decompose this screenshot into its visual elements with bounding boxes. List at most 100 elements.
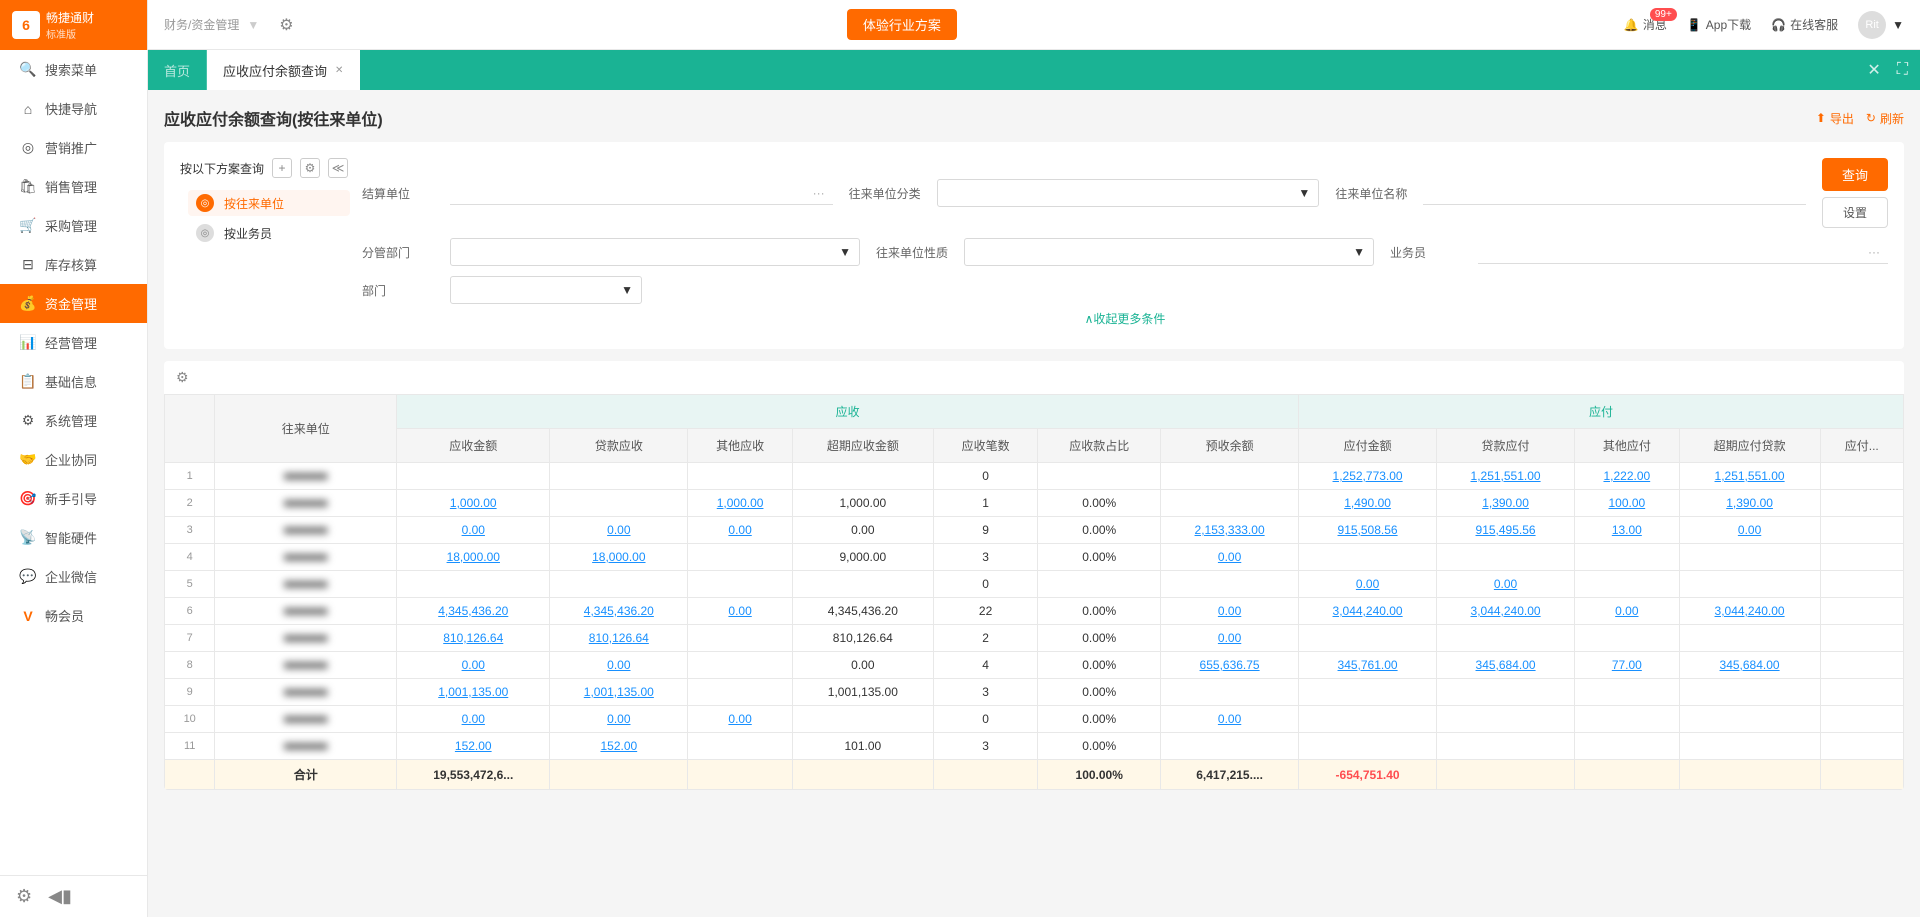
notice-button[interactable]: 🔔 消息 99+ xyxy=(1624,16,1667,33)
refresh-button[interactable]: ↻ 刷新 xyxy=(1866,110,1904,127)
finance-icon: 💰 xyxy=(19,295,37,313)
department-select[interactable]: ▼ xyxy=(450,276,642,304)
footer-label: 合计 xyxy=(215,760,397,790)
sidebar-label-purchase: 采购管理 xyxy=(45,216,97,235)
sidebar-item-inventory[interactable]: ⊟ 库存核算 xyxy=(0,245,147,284)
export-button[interactable]: ⬆ 导出 xyxy=(1816,110,1854,127)
filter-settings-icon[interactable]: ⚙ xyxy=(300,158,320,178)
filter-nature: 往来单位性质 ▼ xyxy=(876,238,1374,266)
department-chevron: ▼ xyxy=(621,283,633,297)
page-title: 应收应付余额查询(按往来单位) xyxy=(164,106,383,130)
col-ar-overdue: 超期应收金额 xyxy=(792,429,933,463)
tab-home[interactable]: 首页 xyxy=(148,50,207,90)
sidebar-item-wechat[interactable]: 💬 企业微信 xyxy=(0,557,147,596)
sidebar-label-basic: 基础信息 xyxy=(45,372,97,391)
sidebar-item-search-menu[interactable]: 🔍 搜索菜单 xyxy=(0,50,147,89)
collapse-more-button[interactable]: ∧ 收起更多条件 xyxy=(362,304,1888,333)
system-icon: ⚙ xyxy=(19,412,37,430)
filter-name: 往来单位名称 xyxy=(1335,182,1806,205)
sidebar-item-operations[interactable]: 📊 经营管理 xyxy=(0,323,147,362)
col-ar-loan: 贷款应收 xyxy=(550,429,688,463)
main-content: 应收应付余额查询(按往来单位) ⬆ 导出 ↻ 刷新 按以下方案查询 + ⚙ ≪ xyxy=(148,90,1920,917)
sidebar-item-purchase[interactable]: 🛒 采购管理 xyxy=(0,206,147,245)
col-header-num xyxy=(165,395,215,463)
dept-select[interactable]: ▼ xyxy=(450,238,860,266)
filter-category: 往来单位分类 ▼ xyxy=(849,179,1320,207)
col-ar-ratio: 应收款占比 xyxy=(1038,429,1161,463)
home-icon: ⌂ xyxy=(19,100,37,118)
settings-button[interactable]: 设置 xyxy=(1822,197,1888,228)
settings-gear-icon[interactable]: ⚙ xyxy=(279,15,293,35)
fullscreen-icon[interactable]: ⛶ xyxy=(1897,61,1908,79)
sidebar-label-wechat: 企业微信 xyxy=(45,567,97,586)
col-ap-rest: 应付... xyxy=(1820,429,1903,463)
wechat-icon: 💬 xyxy=(19,568,37,586)
data-table: 往来单位 应收 应付 应收金额 贷款应收 其他应收 超期应收金额 应收笔数 应收… xyxy=(164,394,1904,790)
add-filter-button[interactable]: + xyxy=(272,158,292,178)
filter-collapse-icon[interactable]: ≪ xyxy=(328,158,348,178)
scheme-label-salesman: 按业务员 xyxy=(224,225,272,242)
service-label: 在线客服 xyxy=(1790,16,1838,33)
sidebar-item-hardware[interactable]: 📡 智能硬件 xyxy=(0,518,147,557)
filter-label: 按以下方案查询 xyxy=(180,160,264,177)
export-icon: ⬆ xyxy=(1816,111,1826,125)
sidebar-logo: 6 畅捷通财 标准版 xyxy=(0,0,147,50)
vip-icon: V xyxy=(19,607,37,625)
salesman-input[interactable]: ··· xyxy=(1478,241,1888,264)
app-download-button[interactable]: 📱 App下载 xyxy=(1687,16,1751,33)
headset-icon: 🎧 xyxy=(1771,18,1786,32)
footer-empty xyxy=(165,760,215,790)
sidebar-item-vip[interactable]: V 畅会员 xyxy=(0,596,147,635)
breadcrumb-text: 财务/资金管理 xyxy=(164,16,239,33)
sidebar-item-system[interactable]: ⚙ 系统管理 xyxy=(0,401,147,440)
top-header: 财务/资金管理 ▼ ⚙ 体验行业方案 🔔 消息 99+ 📱 App下载 🎧 在线… xyxy=(148,0,1920,50)
app-label: App下载 xyxy=(1706,16,1751,33)
sidebar-collapse-icon[interactable]: ◀▮ xyxy=(48,886,72,907)
tab-close-icon[interactable]: ✕ xyxy=(335,65,343,76)
name-input[interactable] xyxy=(1423,182,1806,205)
purchase-icon: 🛒 xyxy=(19,217,37,235)
close-tab-icon[interactable]: ✕ xyxy=(1867,60,1880,80)
sidebar-label-nav: 快捷导航 xyxy=(45,99,97,118)
table-settings-icon[interactable]: ⚙ xyxy=(176,369,189,386)
sidebar-item-quick-nav[interactable]: ⌂ 快捷导航 xyxy=(0,89,147,128)
user-menu[interactable]: Rit ▼ xyxy=(1858,11,1904,39)
footer-ar-overdue xyxy=(792,760,933,790)
sidebar-item-marketing[interactable]: ◎ 营销推广 xyxy=(0,128,147,167)
collab-icon: 🤝 xyxy=(19,451,37,469)
filter-settlement: 结算单位 ··· xyxy=(362,182,833,205)
solution-button[interactable]: 体验行业方案 xyxy=(847,9,957,40)
sidebar-label-guide: 新手引导 xyxy=(45,489,97,508)
sidebar-label-collab: 企业协同 xyxy=(45,450,97,469)
nature-label: 往来单位性质 xyxy=(876,244,956,261)
footer-ar-other xyxy=(688,760,793,790)
collapse-label: 收起更多条件 xyxy=(1093,310,1165,327)
scheme-item-by-salesman[interactable]: ◎ 按业务员 xyxy=(188,220,350,246)
footer-ar-amount: 19,553,472,6... xyxy=(397,760,550,790)
dept-label: 分管部门 xyxy=(362,244,442,261)
app-icon: 📱 xyxy=(1687,18,1702,32)
filter-panel: 按以下方案查询 + ⚙ ≪ ◎ 按往来单位 ◎ 按业务员 xyxy=(164,142,1904,349)
sidebar-settings-icon[interactable]: ⚙ xyxy=(16,886,32,907)
col-header-unit: 往来单位 xyxy=(215,395,397,463)
tab-ar-ap[interactable]: 应收应付余额查询 ✕ xyxy=(207,50,360,90)
table-footer: 合计 19,553,472,6... 100.00% 6,417,215....… xyxy=(165,760,1904,790)
sidebar-label-marketing: 营销推广 xyxy=(45,138,97,157)
sidebar-item-sales[interactable]: 🛍 销售管理 xyxy=(0,167,147,206)
online-service-button[interactable]: 🎧 在线客服 xyxy=(1771,16,1838,33)
sidebar-item-collab[interactable]: 🤝 企业协同 xyxy=(0,440,147,479)
table-row: 1■■■■■■01,252,773.001,251,551.001,222.00… xyxy=(165,463,1904,490)
category-select[interactable]: ▼ xyxy=(937,179,1320,207)
tab-controls: ✕ ⛶ xyxy=(1855,50,1920,90)
scheme-icon-unit: ◎ xyxy=(196,194,214,212)
sidebar-item-guide[interactable]: 🎯 新手引导 xyxy=(0,479,147,518)
settlement-input[interactable]: ··· xyxy=(450,182,833,205)
query-actions: 查询 设置 xyxy=(1822,158,1888,228)
sidebar-label-inventory: 库存核算 xyxy=(45,255,97,274)
sidebar-label-vip: 畅会员 xyxy=(45,606,84,625)
scheme-item-by-unit[interactable]: ◎ 按往来单位 xyxy=(188,190,350,216)
query-button[interactable]: 查询 xyxy=(1822,158,1888,191)
sidebar-item-finance[interactable]: 💰 资金管理 xyxy=(0,284,147,323)
nature-select[interactable]: ▼ xyxy=(964,238,1374,266)
sidebar-item-basic[interactable]: 📋 基础信息 xyxy=(0,362,147,401)
